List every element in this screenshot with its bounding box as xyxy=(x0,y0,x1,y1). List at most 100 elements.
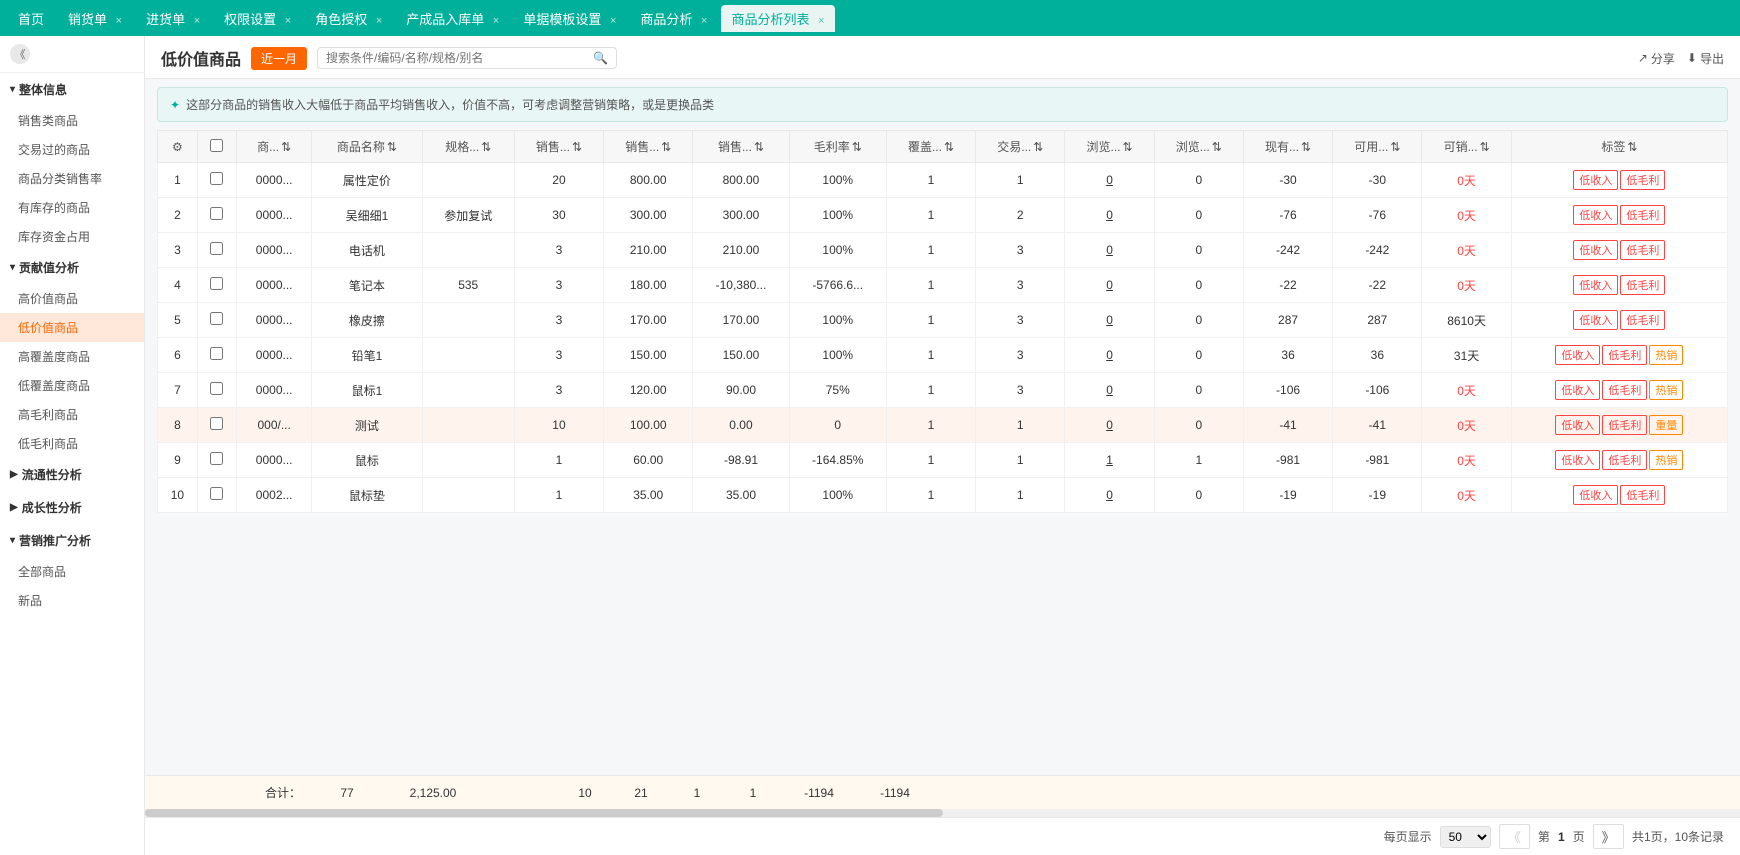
cell-checkbox[interactable] xyxy=(197,268,236,303)
col-settings[interactable]: ⚙ xyxy=(158,131,198,163)
cell-checkbox[interactable] xyxy=(197,233,236,268)
row-checkbox[interactable] xyxy=(210,277,223,290)
col-spec[interactable]: 规格... ⇅ xyxy=(422,131,514,163)
row-checkbox[interactable] xyxy=(210,312,223,325)
sidebar-item-low-value[interactable]: 低价值商品 xyxy=(0,313,144,342)
cell-browse1[interactable]: 0 xyxy=(1065,478,1154,513)
cell-checkbox[interactable] xyxy=(197,478,236,513)
row-checkbox[interactable] xyxy=(210,487,223,500)
cell-checkbox[interactable] xyxy=(197,408,236,443)
col-days[interactable]: 可销... ⇅ xyxy=(1422,131,1511,163)
sidebar-section-marketing[interactable]: ▾ 营销推广分析 xyxy=(0,524,144,557)
close-product-list-icon[interactable]: × xyxy=(818,15,824,27)
cell-s1: 1 xyxy=(514,478,603,513)
search-icon[interactable]: 🔍 xyxy=(593,51,608,65)
col-stock1[interactable]: 现有... ⇅ xyxy=(1243,131,1332,163)
cell-browse1[interactable]: 0 xyxy=(1065,338,1154,373)
nav-warehouse[interactable]: 产成品入库单 × xyxy=(396,5,509,32)
cell-num: 3 xyxy=(158,233,198,268)
sidebar-section-overview[interactable]: ▾ 整体信息 xyxy=(0,73,144,106)
col-sales2[interactable]: 销售... ⇅ xyxy=(604,131,693,163)
nav-home[interactable]: 首页 xyxy=(8,5,54,32)
col-sales1[interactable]: 销售... ⇅ xyxy=(514,131,603,163)
cell-browse1[interactable]: 1 xyxy=(1065,443,1154,478)
next-page-btn[interactable]: 》 xyxy=(1593,824,1624,849)
cell-browse1[interactable]: 0 xyxy=(1065,373,1154,408)
cell-checkbox[interactable] xyxy=(197,163,236,198)
cell-browse1[interactable]: 0 xyxy=(1065,408,1154,443)
close-sales-icon[interactable]: × xyxy=(116,15,122,27)
nav-purchase[interactable]: 进货单 × xyxy=(136,5,210,32)
sidebar-section-growth[interactable]: ▶ 成长性分析 xyxy=(0,491,144,524)
sidebar-item-new-products[interactable]: 新品 xyxy=(0,586,144,615)
prev-page-btn[interactable]: 《 xyxy=(1499,824,1530,849)
sidebar-item-low-margin[interactable]: 低毛利商品 xyxy=(0,429,144,458)
sidebar-item-has-stock[interactable]: 有库存的商品 xyxy=(0,193,144,222)
filter-recent-month-btn[interactable]: 近一月 xyxy=(251,47,307,70)
close-product-analysis-icon[interactable]: × xyxy=(701,15,707,27)
row-checkbox[interactable] xyxy=(210,242,223,255)
col-tags[interactable]: 标签 ⇅ xyxy=(1511,131,1727,163)
nav-permissions[interactable]: 权限设置 × xyxy=(214,5,301,32)
col-checkbox[interactable] xyxy=(197,131,236,163)
sidebar-item-sales-products[interactable]: 销售类商品 xyxy=(0,106,144,135)
sidebar-item-low-coverage[interactable]: 低覆盖度商品 xyxy=(0,371,144,400)
overview-section-label: 整体信息 xyxy=(19,81,67,98)
col-coverage[interactable]: 覆盖... ⇅ xyxy=(886,131,975,163)
close-template-icon[interactable]: × xyxy=(610,15,616,27)
col-code[interactable]: 商... ⇅ xyxy=(237,131,312,163)
nav-template[interactable]: 单据模板设置 × xyxy=(513,5,626,32)
cell-checkbox[interactable] xyxy=(197,303,236,338)
sidebar-item-stock-funds[interactable]: 库存资金占用 xyxy=(0,222,144,251)
row-checkbox[interactable] xyxy=(210,417,223,430)
search-input[interactable] xyxy=(326,51,589,65)
select-all-checkbox[interactable] xyxy=(210,139,223,152)
cell-browse1[interactable]: 0 xyxy=(1065,198,1154,233)
col-trade[interactable]: 交易... ⇅ xyxy=(976,131,1065,163)
nav-roles[interactable]: 角色授权 × xyxy=(305,5,392,32)
cell-s3: 800.00 xyxy=(693,163,789,198)
col-name[interactable]: 商品名称 ⇅ xyxy=(312,131,422,163)
cell-browse1[interactable]: 0 xyxy=(1065,163,1154,198)
per-page-select[interactable]: 50 100 200 xyxy=(1440,826,1491,848)
close-purchase-icon[interactable]: × xyxy=(194,15,200,27)
sidebar-collapse-btn[interactable]: 《 xyxy=(10,44,30,64)
sidebar-section-liquidity[interactable]: ▶ 流通性分析 xyxy=(0,458,144,491)
cell-code: 000/... xyxy=(237,408,312,443)
col-sales3[interactable]: 销售... ⇅ xyxy=(693,131,789,163)
col-browse2[interactable]: 浏览... ⇅ xyxy=(1154,131,1243,163)
nav-product-list[interactable]: 商品分析列表 × xyxy=(721,5,834,32)
sidebar-item-category-sales[interactable]: 商品分类销售率 xyxy=(0,164,144,193)
table-container[interactable]: ⚙ 商... ⇅ 商品名称 ⇅ 规格... ⇅ 销售... ⇅ 销售... ⇅ … xyxy=(145,130,1740,775)
row-checkbox[interactable] xyxy=(210,347,223,360)
col-gross[interactable]: 毛利率 ⇅ xyxy=(789,131,886,163)
nav-product-analysis[interactable]: 商品分析 × xyxy=(630,5,717,32)
col-browse1[interactable]: 浏览... ⇅ xyxy=(1065,131,1154,163)
close-permissions-icon[interactable]: × xyxy=(285,15,291,27)
cell-browse1[interactable]: 0 xyxy=(1065,268,1154,303)
sidebar-item-high-value[interactable]: 高价值商品 xyxy=(0,284,144,313)
sidebar-section-contribution[interactable]: ▾ 贡献值分析 xyxy=(0,251,144,284)
total-browse2: 1 xyxy=(733,786,773,800)
sidebar-item-all-products[interactable]: 全部商品 xyxy=(0,557,144,586)
horizontal-scrollbar[interactable] xyxy=(145,809,943,817)
nav-sales[interactable]: 销货单 × xyxy=(58,5,132,32)
row-checkbox[interactable] xyxy=(210,382,223,395)
sidebar-item-high-coverage[interactable]: 高覆盖度商品 xyxy=(0,342,144,371)
row-checkbox[interactable] xyxy=(210,207,223,220)
row-checkbox[interactable] xyxy=(210,452,223,465)
cell-checkbox[interactable] xyxy=(197,198,236,233)
cell-checkbox[interactable] xyxy=(197,373,236,408)
cell-browse1[interactable]: 0 xyxy=(1065,303,1154,338)
sidebar-item-high-margin[interactable]: 高毛利商品 xyxy=(0,400,144,429)
share-btn[interactable]: ↗ 分享 xyxy=(1638,50,1675,67)
close-roles-icon[interactable]: × xyxy=(376,15,382,27)
row-checkbox[interactable] xyxy=(210,172,223,185)
export-btn[interactable]: ⬇ 导出 xyxy=(1687,50,1724,67)
sidebar-item-traded[interactable]: 交易过的商品 xyxy=(0,135,144,164)
cell-browse1[interactable]: 0 xyxy=(1065,233,1154,268)
cell-checkbox[interactable] xyxy=(197,338,236,373)
cell-checkbox[interactable] xyxy=(197,443,236,478)
close-warehouse-icon[interactable]: × xyxy=(493,15,499,27)
col-stock2[interactable]: 可用... ⇅ xyxy=(1333,131,1422,163)
